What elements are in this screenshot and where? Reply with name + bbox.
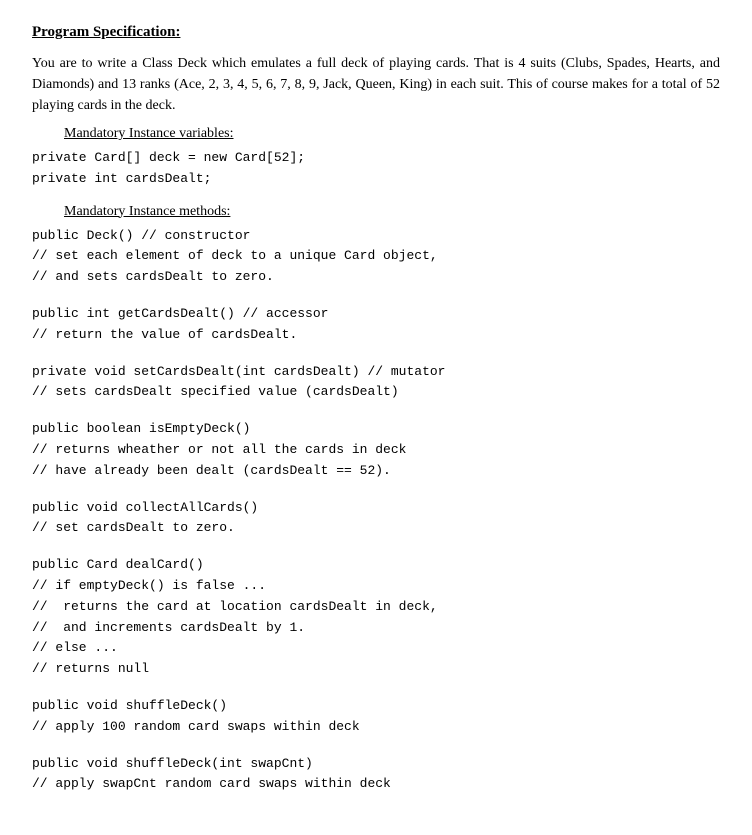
method-code: public void shuffleDeck() // apply 100 r… (32, 696, 720, 738)
method-code: public void collectAllCards() // set car… (32, 498, 720, 540)
instance-methods-label: Mandatory Instance methods: (64, 204, 720, 220)
method-code: private void setCardsDealt(int cardsDeal… (32, 362, 720, 404)
method-block: public void shuffleDeck(int swapCnt) // … (32, 754, 720, 796)
methods-container: public Deck() // constructor // set each… (32, 226, 720, 796)
page-title: Program Specification: (32, 24, 720, 41)
method-code: public Deck() // constructor // set each… (32, 226, 720, 288)
method-block: private void setCardsDealt(int cardsDeal… (32, 362, 720, 404)
method-block: public boolean isEmptyDeck() // returns … (32, 419, 720, 481)
method-block: public Card dealCard() // if emptyDeck()… (32, 555, 720, 680)
method-block: public void shuffleDeck() // apply 100 r… (32, 696, 720, 738)
method-block: public Deck() // constructor // set each… (32, 226, 720, 288)
method-code: public int getCardsDealt() // accessor /… (32, 304, 720, 346)
description-text: You are to write a Class Deck which emul… (32, 53, 720, 116)
instance-variables-label: Mandatory Instance variables: (64, 126, 720, 142)
method-code: public void shuffleDeck(int swapCnt) // … (32, 754, 720, 796)
instance-variables-code: private Card[] deck = new Card[52]; priv… (32, 148, 720, 190)
method-block: public void collectAllCards() // set car… (32, 498, 720, 540)
method-code: public boolean isEmptyDeck() // returns … (32, 419, 720, 481)
method-block: public int getCardsDealt() // accessor /… (32, 304, 720, 346)
method-code: public Card dealCard() // if emptyDeck()… (32, 555, 720, 680)
